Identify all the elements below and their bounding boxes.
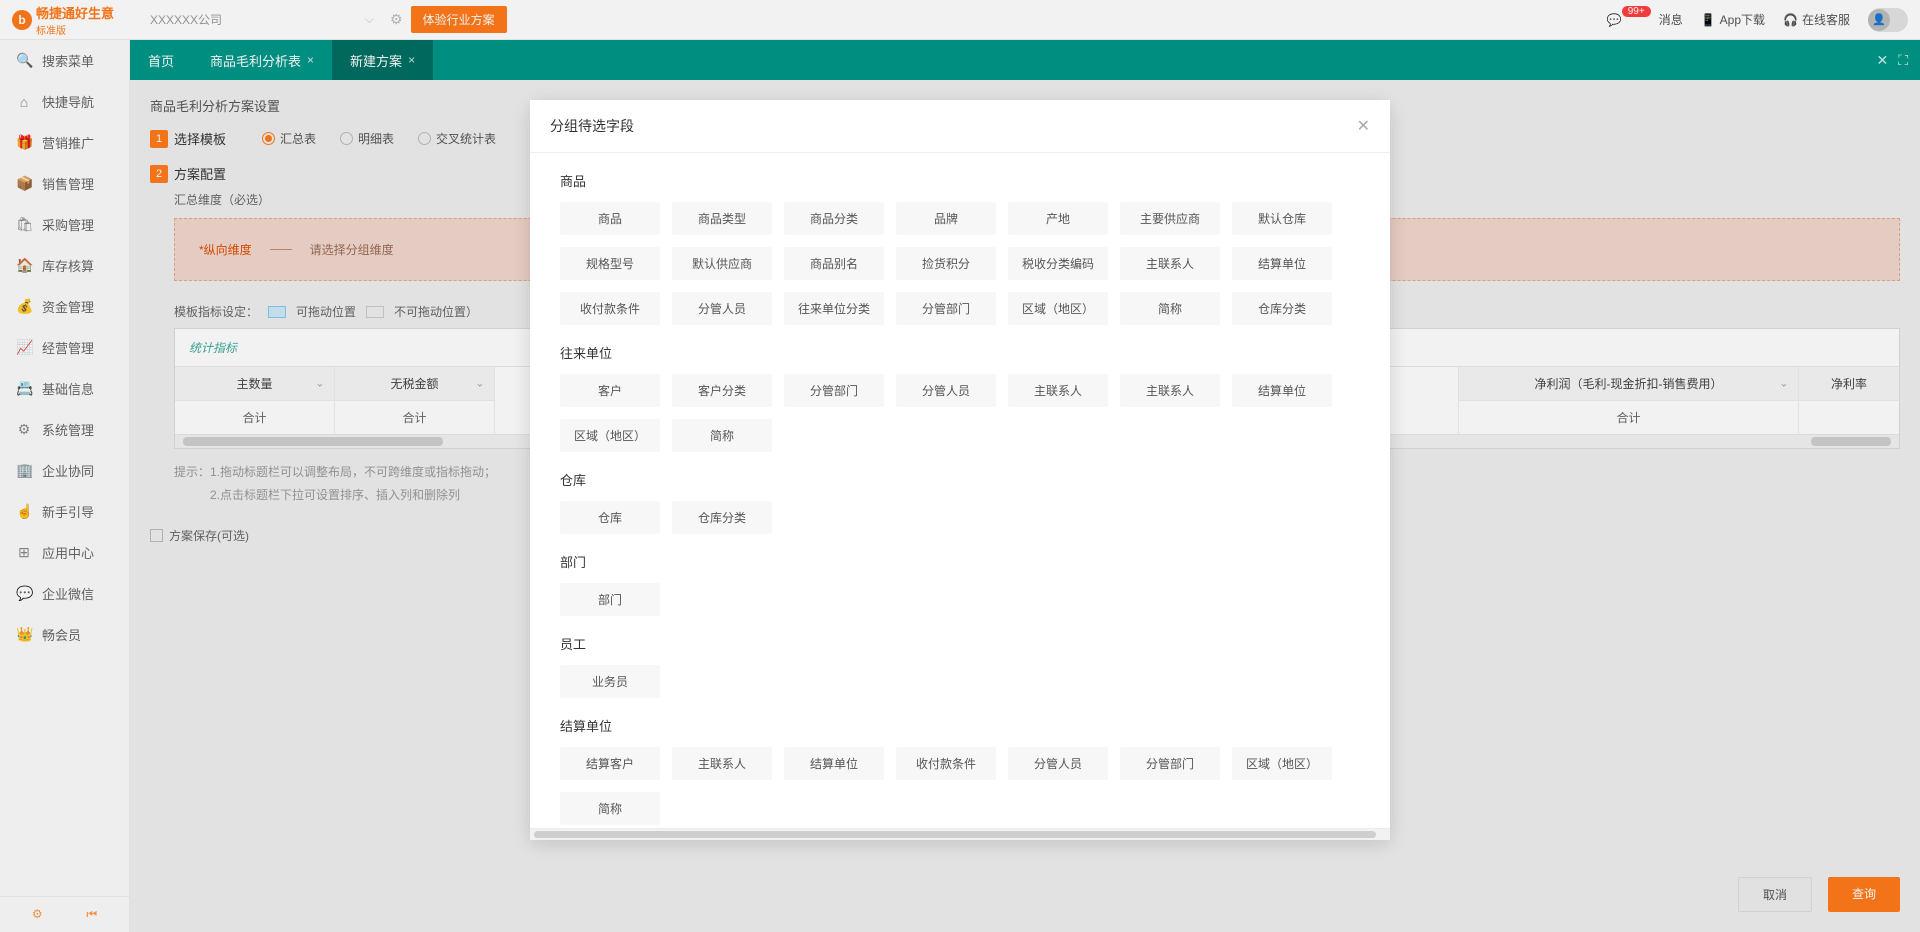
scrollbar-thumb[interactable]	[534, 831, 1376, 838]
field-chip[interactable]: 客户分类	[672, 374, 772, 407]
field-chip[interactable]: 规格型号	[560, 247, 660, 280]
field-chip[interactable]: 商品	[560, 202, 660, 235]
field-chip[interactable]: 仓库	[560, 501, 660, 534]
field-group-row: 客户客户分类分管部门分管人员主联系人主联系人结算单位区域（地区）简称	[560, 374, 1360, 452]
field-chip[interactable]: 默认供应商	[672, 247, 772, 280]
field-chip[interactable]: 分管部门	[784, 374, 884, 407]
field-chip[interactable]: 客户	[560, 374, 660, 407]
field-chip[interactable]: 主联系人	[1008, 374, 1108, 407]
field-chip[interactable]: 往来单位分类	[784, 292, 884, 325]
field-chip[interactable]: 结算单位	[784, 747, 884, 780]
field-chip[interactable]: 分管人员	[1008, 747, 1108, 780]
field-chip[interactable]: 商品类型	[672, 202, 772, 235]
field-group-row: 结算客户主联系人结算单位收付款条件分管人员分管部门区域（地区） 简称	[560, 747, 1360, 825]
field-chip[interactable]: 收付款条件	[560, 292, 660, 325]
field-chip[interactable]: 税收分类编码	[1008, 247, 1108, 280]
field-picker-modal: 分组待选字段 ✕ 商品商品商品类型商品分类品牌产地主要供应商默认仓库规格型号默认…	[530, 100, 1390, 840]
close-icon[interactable]: ✕	[1357, 116, 1370, 136]
field-chip[interactable]: 区域（地区）	[1232, 747, 1332, 780]
field-chip[interactable]: 分管部门	[1120, 747, 1220, 780]
field-group-row: 业务员	[560, 665, 1360, 698]
field-chip[interactable]: 捡货积分	[896, 247, 996, 280]
field-chip[interactable]: 默认仓库	[1232, 202, 1332, 235]
field-chip[interactable]: 结算单位	[1232, 247, 1332, 280]
field-group-title: 仓库	[560, 470, 1360, 489]
field-chip[interactable]: 结算单位	[1232, 374, 1332, 407]
modal-h-scrollbar[interactable]	[530, 828, 1390, 840]
modal-header: 分组待选字段 ✕	[530, 100, 1390, 153]
field-chip[interactable]: 业务员	[560, 665, 660, 698]
field-chip[interactable]: 部门	[560, 583, 660, 616]
field-chip[interactable]: 主要供应商	[1120, 202, 1220, 235]
field-chip[interactable]: 商品分类	[784, 202, 884, 235]
modal-mask: 分组待选字段 ✕ 商品商品商品类型商品分类品牌产地主要供应商默认仓库规格型号默认…	[0, 0, 1920, 932]
field-group-title: 结算单位	[560, 716, 1360, 735]
field-chip[interactable]: 仓库分类	[672, 501, 772, 534]
field-chip[interactable]: 仓库分类	[1232, 292, 1332, 325]
field-chip[interactable]: 品牌	[896, 202, 996, 235]
field-chip[interactable]: 主联系人	[1120, 374, 1220, 407]
field-chip[interactable]: 收付款条件	[896, 747, 996, 780]
field-chip[interactable]: 简称	[560, 792, 660, 825]
field-chip[interactable]: 分管人员	[896, 374, 996, 407]
field-chip[interactable]: 分管人员	[672, 292, 772, 325]
field-group-title: 员工	[560, 634, 1360, 653]
field-chip[interactable]: 简称	[1120, 292, 1220, 325]
field-group-row: 商品商品类型商品分类品牌产地主要供应商默认仓库规格型号默认供应商商品别名捡货积分…	[560, 202, 1360, 325]
field-chip[interactable]: 区域（地区）	[560, 419, 660, 452]
field-group-title: 往来单位	[560, 343, 1360, 362]
field-chip[interactable]: 主联系人	[672, 747, 772, 780]
modal-title: 分组待选字段	[550, 116, 634, 136]
field-chip[interactable]: 简称	[672, 419, 772, 452]
field-group-title: 商品	[560, 171, 1360, 190]
modal-body: 商品商品商品类型商品分类品牌产地主要供应商默认仓库规格型号默认供应商商品别名捡货…	[530, 153, 1390, 828]
field-chip[interactable]: 区域（地区）	[1008, 292, 1108, 325]
field-chip[interactable]: 结算客户	[560, 747, 660, 780]
field-chip[interactable]: 商品别名	[784, 247, 884, 280]
field-chip[interactable]: 分管部门	[896, 292, 996, 325]
field-chip[interactable]: 主联系人	[1120, 247, 1220, 280]
field-group-row: 仓库仓库分类	[560, 501, 1360, 534]
field-group-title: 部门	[560, 552, 1360, 571]
field-chip[interactable]: 产地	[1008, 202, 1108, 235]
field-group-row: 部门	[560, 583, 1360, 616]
